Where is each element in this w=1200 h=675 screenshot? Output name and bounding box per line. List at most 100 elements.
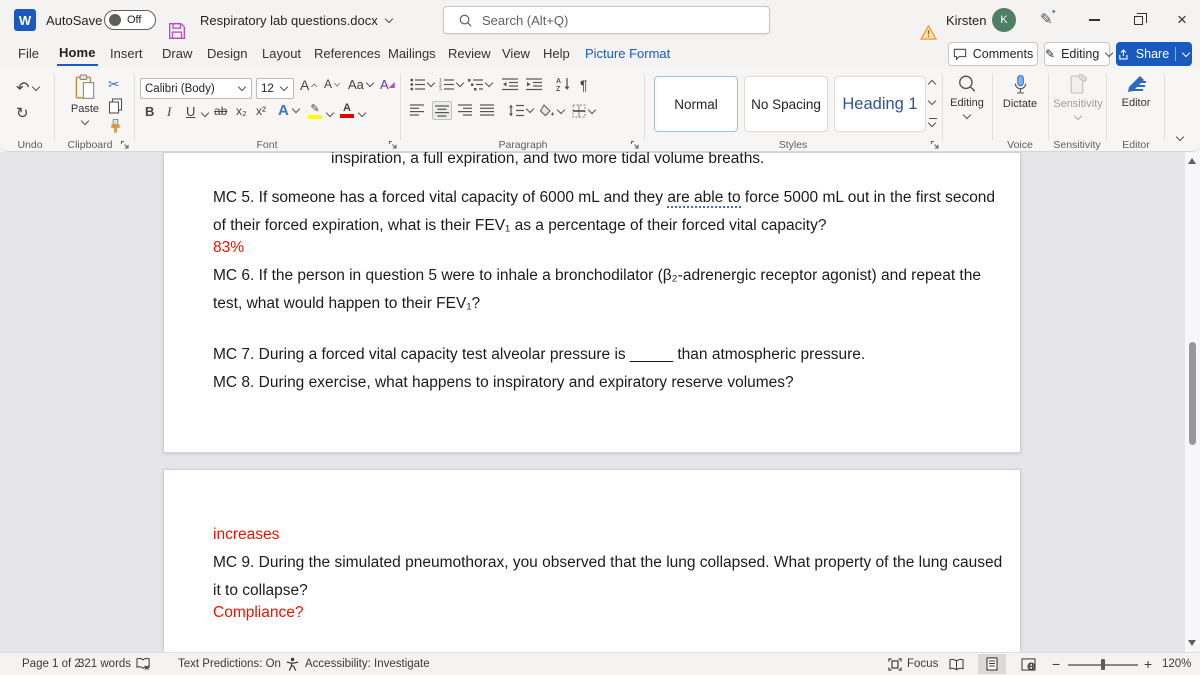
underline-button[interactable]: U	[186, 104, 195, 119]
highlight-color-button[interactable]: ✎	[308, 102, 322, 119]
search-input[interactable]: Search (Alt+Q)	[443, 6, 770, 34]
font-dialog-launcher[interactable]	[388, 140, 398, 150]
font-size-select[interactable]: 12	[256, 78, 294, 99]
zoom-slider[interactable]	[1068, 654, 1138, 675]
clear-formatting-button[interactable]: A ◢	[380, 77, 395, 92]
align-left-button[interactable]	[410, 104, 424, 116]
strikethrough-button[interactable]: ab	[214, 104, 227, 118]
tab-draw[interactable]: Draw	[160, 40, 194, 66]
style-normal[interactable]: Normal	[654, 76, 738, 132]
format-painter-button[interactable]	[108, 118, 123, 134]
zoom-out-button[interactable]: −	[1052, 653, 1060, 675]
decrease-indent-button[interactable]	[502, 78, 518, 91]
tab-layout[interactable]: Layout	[260, 40, 303, 66]
editing-mode-button[interactable]: ✎ Editing	[1044, 42, 1110, 66]
change-case-button[interactable]: Aa	[348, 77, 375, 92]
tab-view[interactable]: View	[500, 40, 532, 66]
italic-button[interactable]: I	[167, 104, 171, 120]
whats-new-icon[interactable]: ✎ ✦	[1040, 9, 1057, 28]
tab-picture-format[interactable]: Picture Format	[583, 40, 672, 66]
answer-mc9[interactable]: Compliance?	[213, 599, 1007, 627]
proofing-errors-icon[interactable]	[136, 653, 151, 675]
subscript-button[interactable]: x₂	[236, 104, 247, 118]
tab-references[interactable]: References	[312, 40, 382, 66]
tab-help[interactable]: Help	[541, 40, 572, 66]
increase-indent-button[interactable]	[526, 78, 542, 91]
question-mc7[interactable]: MC 7. During a forced vital capacity tes…	[213, 341, 1007, 369]
accessibility-status[interactable]: Accessibility: Investigate	[285, 653, 430, 675]
zoom-in-button[interactable]: +	[1144, 653, 1152, 675]
vertical-scrollbar[interactable]	[1185, 152, 1200, 652]
font-color-button[interactable]: A	[340, 102, 354, 118]
page-1[interactable]: inspiration, a full expiration, and two …	[163, 152, 1021, 453]
shrink-font-button[interactable]: A	[324, 77, 342, 91]
question-mc9[interactable]: MC 9. During the simulated pneumothorax,…	[213, 549, 1007, 605]
collapse-ribbon-button[interactable]	[1176, 134, 1185, 143]
chevron-down-icon[interactable]	[326, 110, 335, 119]
document-title[interactable]: Respiratory lab questions.docx	[200, 0, 394, 40]
focus-button[interactable]: Focus	[888, 653, 938, 675]
share-button[interactable]: Share	[1116, 42, 1192, 66]
chevron-down-icon[interactable]	[201, 110, 210, 119]
show-formatting-button[interactable]: ¶	[580, 77, 588, 93]
styles-scroll-down[interactable]	[928, 98, 937, 107]
paste-button[interactable]: Paste	[60, 74, 110, 127]
zoom-thumb[interactable]	[1101, 659, 1105, 670]
page-2[interactable]: increases MC 9. During the simulated pne…	[163, 469, 1021, 652]
numbering-button[interactable]: 123	[439, 78, 465, 91]
styles-scroll-up[interactable]	[928, 78, 937, 87]
restore-button[interactable]	[1116, 0, 1160, 40]
text-effects-button[interactable]: A	[278, 102, 301, 119]
dictate-button[interactable]: Dictate	[995, 74, 1045, 110]
text-predictions[interactable]: Text Predictions: On	[178, 653, 281, 675]
clipboard-dialog-launcher[interactable]	[120, 140, 130, 150]
justify-button[interactable]	[480, 104, 494, 116]
clipped-paragraph[interactable]: inspiration, a full expiration, and two …	[331, 152, 931, 173]
align-right-button[interactable]	[458, 104, 472, 116]
chevron-down-icon[interactable]	[358, 110, 367, 119]
question-mc8[interactable]: MC 8. During exercise, what happens to i…	[213, 369, 1007, 397]
comments-button[interactable]: Comments	[948, 42, 1038, 66]
answer-mc5[interactable]: 83%	[213, 234, 1007, 262]
scroll-up-arrow[interactable]	[1188, 158, 1196, 164]
style-heading1[interactable]: Heading 1	[834, 76, 926, 132]
question-mc5[interactable]: MC 5. If someone has a forced vital capa…	[213, 184, 1007, 240]
grow-font-button[interactable]: A	[300, 77, 319, 93]
redo-button[interactable]: ↻	[16, 104, 29, 122]
tab-mailings[interactable]: Mailings	[386, 40, 438, 66]
tab-design[interactable]: Design	[205, 40, 249, 66]
bullets-button[interactable]	[410, 78, 436, 91]
multilevel-list-button[interactable]	[468, 78, 494, 91]
word-logo-icon[interactable]: W	[14, 9, 36, 31]
page-indicator[interactable]: Page 1 of 2	[22, 653, 81, 675]
scroll-down-arrow[interactable]	[1188, 640, 1196, 646]
align-center-button[interactable]	[432, 101, 452, 120]
autosave-toggle[interactable]: Off	[104, 10, 156, 30]
styles-dialog-launcher[interactable]	[930, 140, 940, 150]
tab-review[interactable]: Review	[446, 40, 493, 66]
answer-mc8[interactable]: increases	[213, 521, 1007, 549]
editing-button[interactable]: Editing	[943, 74, 991, 121]
cut-button[interactable]: ✂	[108, 76, 120, 93]
paragraph-dialog-launcher[interactable]	[630, 140, 640, 150]
font-name-select[interactable]: Calibri (Body)	[140, 78, 252, 99]
web-layout-button[interactable]	[1014, 654, 1042, 674]
copy-button[interactable]	[108, 98, 123, 114]
editor-button[interactable]: Editor	[1110, 74, 1162, 109]
word-count[interactable]: 321 words	[78, 653, 131, 675]
sort-button[interactable]: AZ	[556, 76, 572, 91]
undo-button[interactable]: ↶	[16, 78, 41, 98]
style-no-spacing[interactable]: No Spacing	[744, 76, 828, 132]
read-mode-button[interactable]	[942, 654, 970, 674]
close-button[interactable]: ×	[1160, 0, 1200, 40]
zoom-level[interactable]: 120%	[1162, 653, 1191, 675]
avatar[interactable]: K	[992, 8, 1016, 32]
tab-home[interactable]: Home	[57, 40, 98, 66]
minimize-button[interactable]	[1072, 0, 1116, 40]
shading-button[interactable]	[540, 104, 566, 118]
line-spacing-button[interactable]	[508, 104, 535, 117]
styles-gallery-more[interactable]	[928, 116, 937, 129]
tab-insert[interactable]: Insert	[108, 40, 145, 66]
borders-button[interactable]	[572, 104, 597, 118]
print-layout-button[interactable]	[978, 654, 1006, 674]
